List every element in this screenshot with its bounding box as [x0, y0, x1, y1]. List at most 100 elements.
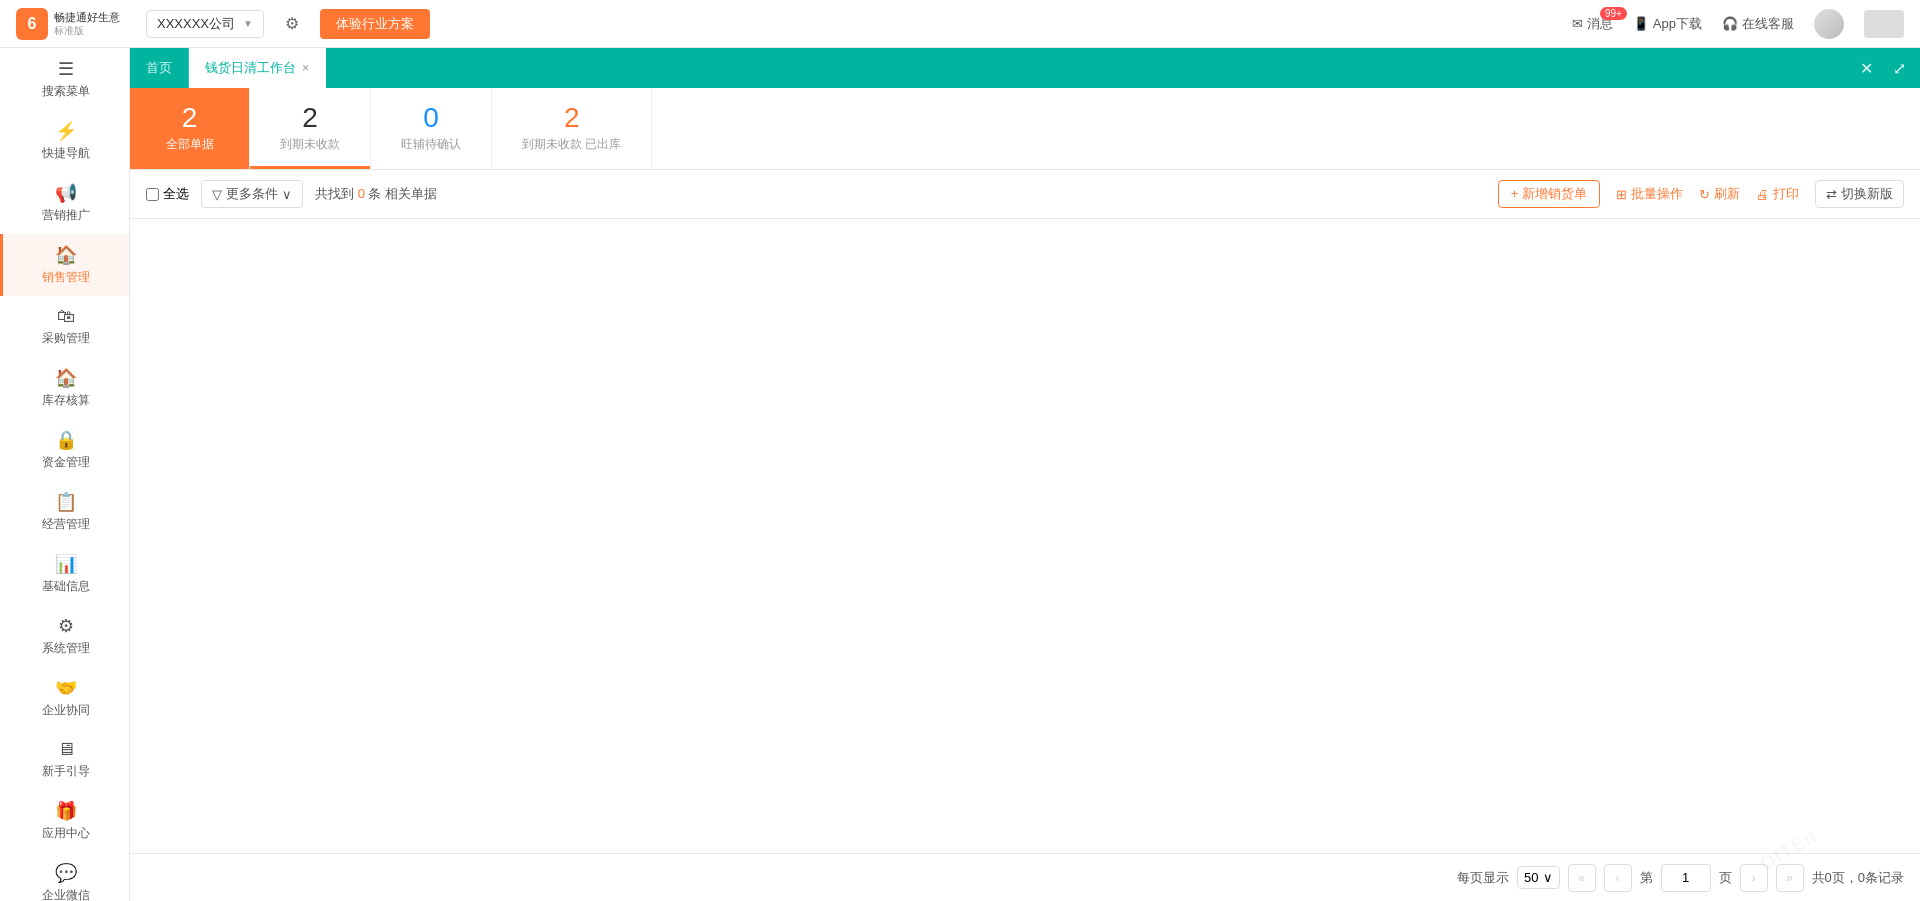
last-page-button[interactable]: »	[1776, 864, 1804, 892]
app-center-icon: 🎁	[55, 800, 77, 822]
stat-card-overdue[interactable]: 2 到期未收款	[250, 88, 371, 169]
per-page-value: 50	[1524, 870, 1538, 885]
system-icon: ⚙	[58, 615, 74, 637]
stat-card-shipped[interactable]: 2 到期未收款 已出库	[492, 88, 652, 169]
message-badge: 99+	[1600, 7, 1627, 20]
sidebar-item-sales[interactable]: 🏠 销售管理	[0, 234, 129, 296]
logo-text: 畅捷通好生意 标准版	[54, 10, 120, 37]
wechat-icon: 💬	[55, 862, 77, 884]
prev-page-button[interactable]: ‹	[1604, 864, 1632, 892]
sidebar-label-marketing: 营销推广	[42, 207, 90, 224]
stat-label-shipped: 到期未收款 已出库	[522, 136, 621, 153]
avatar[interactable]	[1814, 9, 1844, 39]
stat-label-pending: 旺辅待确认	[401, 136, 461, 153]
found-count: 0	[358, 186, 365, 201]
toolbar-right: + 新增销货单 ⊞ 批量操作 ↻ 刷新 🖨 打印 ⇄	[1498, 180, 1904, 208]
select-all-checkbox[interactable]: 全选	[146, 185, 189, 203]
sidebar-label-search: 搜索菜单	[42, 83, 90, 100]
filter-chevron-icon: ∨	[282, 187, 292, 202]
per-page-label: 每页显示	[1457, 869, 1509, 887]
sidebar-item-app-center[interactable]: 🎁 应用中心	[0, 790, 129, 852]
sidebar-item-system[interactable]: ⚙ 系统管理	[0, 605, 129, 667]
sidebar-label-cooperation: 企业协同	[42, 702, 90, 719]
add-sales-order-button[interactable]: + 新增销货单	[1498, 180, 1600, 208]
maximize-window-icon[interactable]: ⤢	[1887, 57, 1912, 80]
app-download-item[interactable]: 📱 App下载	[1633, 15, 1702, 33]
tab-workbench-label: 钱货日清工作台	[205, 59, 296, 77]
per-page-chevron-icon: ∨	[1543, 870, 1553, 885]
headset-icon: 🎧	[1722, 16, 1738, 31]
app-download-icon: 📱	[1633, 16, 1649, 31]
sidebar-item-operation[interactable]: 📋 经营管理	[0, 481, 129, 543]
quick-nav-icon: ⚡	[55, 120, 77, 142]
print-button[interactable]: 🖨 打印	[1756, 185, 1799, 203]
sidebar-item-purchase[interactable]: 🛍 采购管理	[0, 296, 129, 357]
app-download-label: App下载	[1653, 15, 1702, 33]
basic-info-icon: 📊	[55, 553, 77, 575]
sidebar-label-basic-info: 基础信息	[42, 578, 90, 595]
marketing-icon: 📢	[55, 182, 77, 204]
tab-workbench[interactable]: 钱货日清工作台 ×	[189, 48, 326, 88]
sidebar-item-wechat[interactable]: 💬 企业微信	[0, 852, 129, 901]
sidebar-item-cooperation[interactable]: 🤝 企业协同	[0, 667, 129, 729]
stat-number-overdue: 2	[302, 104, 318, 132]
operation-icon: 📋	[55, 491, 77, 513]
sidebar-item-inventory[interactable]: 🏠 库存核算	[0, 357, 129, 419]
sidebar-item-guide[interactable]: 🖥 新手引导	[0, 729, 129, 790]
batch-icon: ⊞	[1616, 187, 1627, 202]
stat-number-all: 2	[182, 104, 198, 132]
message-icon: ✉	[1572, 16, 1583, 31]
sidebar-item-search[interactable]: ☰ 搜索菜单	[0, 48, 129, 110]
company-selector[interactable]: XXXXXX公司 ▼	[146, 10, 264, 38]
tabs-bar: 首页 钱货日清工作台 × ✕ ⤢	[130, 48, 1920, 88]
stat-card-pending[interactable]: 0 旺辅待确认	[371, 88, 492, 169]
close-tab-icon[interactable]: ×	[302, 61, 309, 75]
sidebar-label-inventory: 库存核算	[42, 392, 90, 409]
username-placeholder	[1864, 10, 1904, 38]
first-page-button[interactable]: «	[1568, 864, 1596, 892]
switch-version-button[interactable]: ⇄ 切换新版	[1815, 180, 1904, 208]
sidebar-label-operation: 经营管理	[42, 516, 90, 533]
stat-card-all[interactable]: 2 全部单据	[130, 88, 250, 169]
toolbar: 全选 ▽ 更多条件 ∨ 共找到 0 条 相关单据 + 新增销货单	[130, 170, 1920, 219]
page-suffix: 页	[1719, 869, 1732, 887]
logo-icon: 6	[16, 8, 48, 40]
sidebar-label-system: 系统管理	[42, 640, 90, 657]
close-window-icon[interactable]: ✕	[1854, 57, 1879, 80]
sidebar-item-finance[interactable]: 🔒 资金管理	[0, 419, 129, 481]
sidebar-label-guide: 新手引导	[42, 763, 90, 780]
stat-label-overdue: 到期未收款	[280, 136, 340, 153]
tab-home[interactable]: 首页	[130, 48, 189, 88]
trial-button[interactable]: 体验行业方案	[320, 9, 430, 39]
sidebar-item-marketing[interactable]: 📢 营销推广	[0, 172, 129, 234]
select-all-input[interactable]	[146, 188, 159, 201]
sidebar-label-wechat: 企业微信	[42, 887, 90, 901]
stat-number-pending: 0	[423, 104, 439, 132]
refresh-icon: ↻	[1699, 187, 1710, 202]
table-area	[130, 219, 1920, 853]
sidebar-label-quick-nav: 快捷导航	[42, 145, 90, 162]
sidebar-item-basic-info[interactable]: 📊 基础信息	[0, 543, 129, 605]
stats-row: 2 全部单据 2 到期未收款 0 旺辅待确认 2 到期未收款 已出库	[130, 88, 1920, 170]
stat-label-all: 全部单据	[166, 136, 214, 153]
stat-number-shipped: 2	[564, 104, 580, 132]
page-content: 2 全部单据 2 到期未收款 0 旺辅待确认 2 到期未收款 已出库	[130, 88, 1920, 901]
next-page-button[interactable]: ›	[1740, 864, 1768, 892]
batch-operation-button[interactable]: ⊞ 批量操作	[1616, 185, 1683, 203]
filter-button[interactable]: ▽ 更多条件 ∨	[201, 180, 303, 208]
company-name: XXXXXX公司	[157, 15, 235, 33]
sidebar-item-quick-nav[interactable]: ⚡ 快捷导航	[0, 110, 129, 172]
message-item[interactable]: ✉ 消息 99+	[1572, 15, 1613, 33]
finance-icon: 🔒	[55, 429, 77, 451]
refresh-button[interactable]: ↻ 刷新	[1699, 185, 1740, 203]
online-service-item[interactable]: 🎧 在线客服	[1722, 15, 1794, 33]
page-number-input[interactable]	[1661, 864, 1711, 892]
search-menu-icon: ☰	[58, 58, 74, 80]
select-all-label: 全选	[163, 185, 189, 203]
pagination-bar: 每页显示 50 ∨ « ‹ 第 页 › » 共0页，0条记录	[130, 853, 1920, 901]
print-icon: 🖨	[1756, 187, 1769, 202]
sidebar-label-purchase: 采购管理	[42, 330, 90, 347]
settings-icon[interactable]: ⚙	[276, 8, 308, 40]
page-label: 第	[1640, 869, 1653, 887]
per-page-select[interactable]: 50 ∨	[1517, 866, 1559, 889]
